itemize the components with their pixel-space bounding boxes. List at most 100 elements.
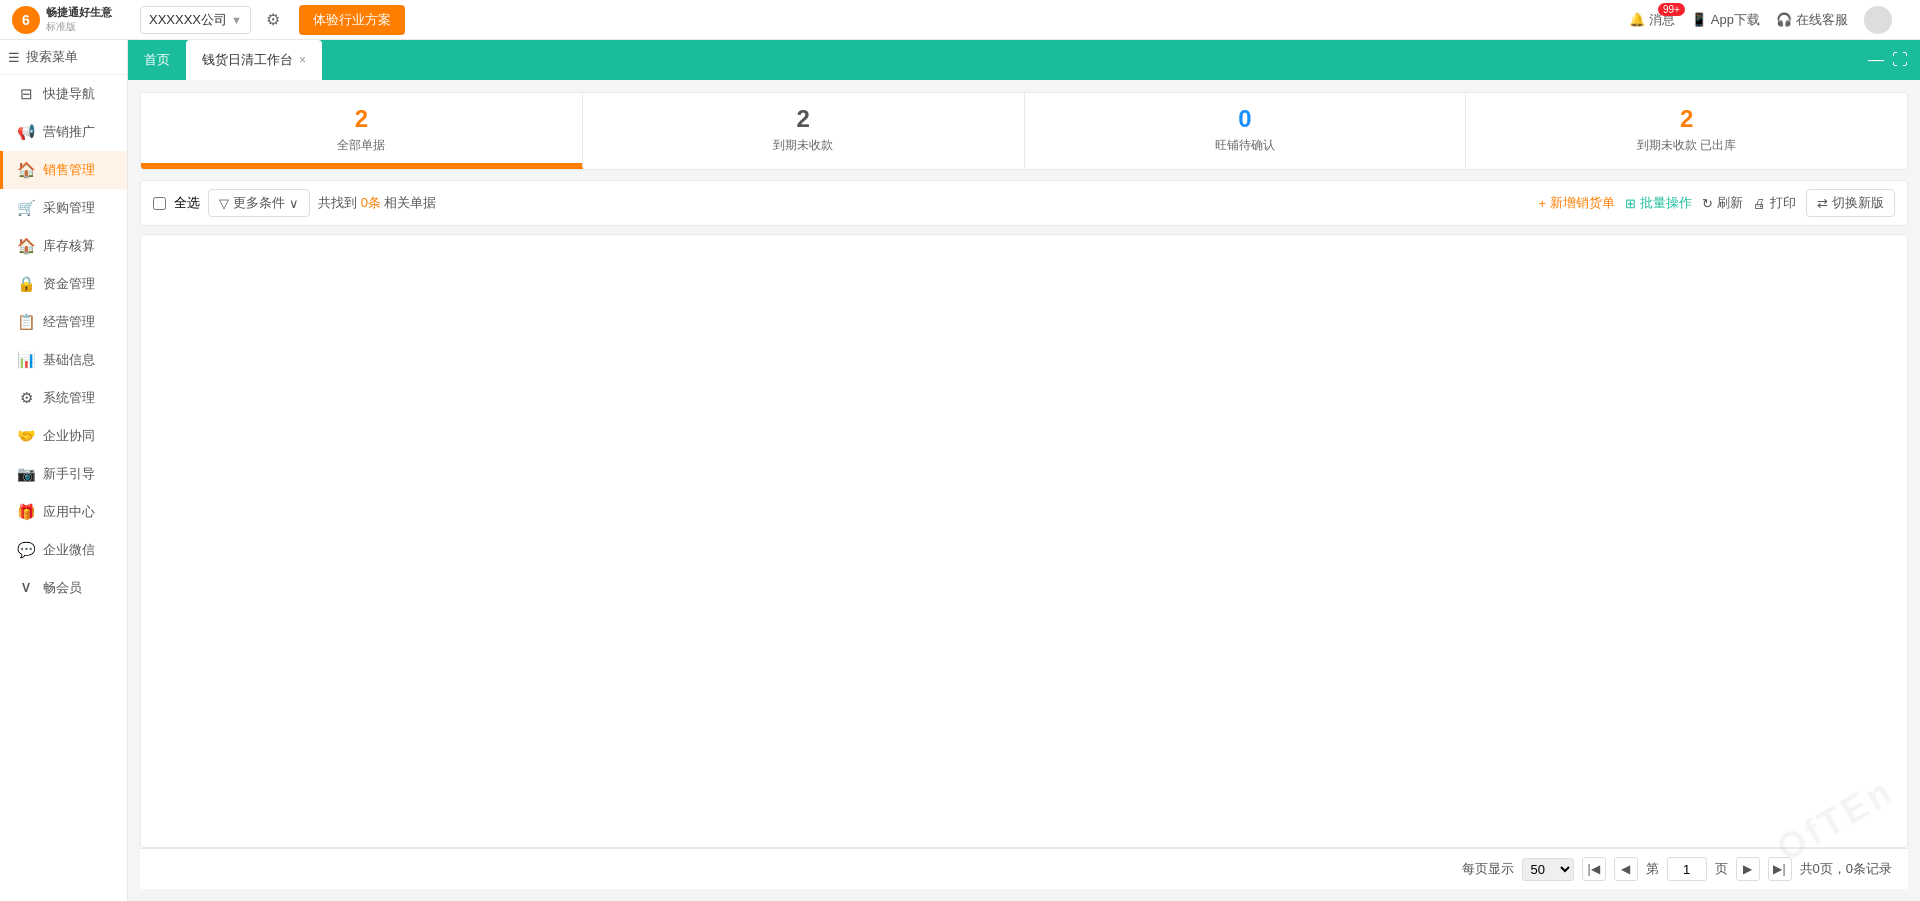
sidebar-label-inventory: 库存核算 [43, 237, 95, 255]
refresh-button[interactable]: ↻ 刷新 [1702, 194, 1743, 212]
search-menu-label: 搜索菜单 [26, 48, 78, 66]
last-page-button[interactable]: ▶| [1768, 857, 1792, 881]
stat-number-overdue: 2 [796, 105, 809, 133]
wechat-icon: 💬 [17, 541, 35, 559]
bell-icon: 🔔 [1629, 12, 1645, 27]
print-button[interactable]: 🖨 打印 [1753, 194, 1796, 212]
messages-button[interactable]: 🔔 消息 99+ [1629, 11, 1675, 29]
finance-icon: 🔒 [17, 275, 35, 293]
sidebar-label-sales: 销售管理 [43, 161, 95, 179]
per-page-label: 每页显示 [1462, 860, 1514, 878]
filter-icon: ▽ [219, 196, 229, 211]
fullscreen-icon[interactable]: ⛶ [1892, 51, 1908, 69]
stat-number-shipped: 2 [1680, 105, 1693, 133]
operations-icon: 📋 [17, 313, 35, 331]
online-service-label: 在线客服 [1796, 11, 1848, 29]
select-all-checkbox[interactable] [153, 197, 166, 210]
company-name: XXXXXX公司 [149, 11, 227, 29]
switch-label: 切换新版 [1832, 194, 1884, 212]
sidebar-item-purchase[interactable]: 🛒 采购管理 [0, 189, 127, 227]
prev-page-button[interactable]: ◀ [1614, 857, 1638, 881]
sidebar-item-app-center[interactable]: 🎁 应用中心 [0, 493, 127, 531]
settings-icon[interactable]: ⚙ [259, 6, 287, 34]
tab-bar: 首页 钱货日清工作台 × — ⛶ [128, 40, 1920, 80]
page-number-input[interactable] [1667, 857, 1707, 881]
stat-label-shipped: 到期未收款 已出库 [1637, 137, 1736, 154]
batch-operation-button[interactable]: ⊞ 批量操作 [1625, 194, 1692, 212]
stat-label-pending: 旺铺待确认 [1215, 137, 1275, 154]
per-page-select[interactable]: 50 100 200 [1522, 858, 1574, 881]
next-page-button[interactable]: ▶ [1736, 857, 1760, 881]
logo-icon: 6 [12, 6, 40, 34]
trial-button[interactable]: 体验行业方案 [299, 5, 405, 35]
batch-label: 批量操作 [1640, 194, 1692, 212]
print-icon: 🖨 [1753, 196, 1766, 211]
restore-icon[interactable]: — [1868, 51, 1884, 69]
app-download-button[interactable]: 📱 App下载 [1691, 11, 1760, 29]
add-label: 新增销货单 [1550, 194, 1615, 212]
sidebar-item-beginner[interactable]: 📷 新手引导 [0, 455, 127, 493]
switch-new-version-button[interactable]: ⇄ 切换新版 [1806, 189, 1895, 217]
switch-icon: ⇄ [1817, 196, 1828, 211]
table-area [140, 234, 1908, 848]
sidebar-item-inventory[interactable]: 🏠 库存核算 [0, 227, 127, 265]
stat-number-all: 2 [355, 105, 368, 133]
sidebar-item-member[interactable]: V 畅会员 [0, 569, 127, 607]
sidebar-label-wechat: 企业微信 [43, 541, 95, 559]
app-download-label: App下载 [1711, 11, 1760, 29]
refresh-icon: ↻ [1702, 196, 1713, 211]
tab-bar-actions: — ⛶ [1868, 51, 1920, 69]
found-text: 共找到 0条 相关单据 [318, 194, 436, 212]
found-count: 0条 [361, 195, 381, 210]
page-label: 第 [1646, 860, 1659, 878]
sidebar-item-sales[interactable]: 🏠 销售管理 [0, 151, 127, 189]
pagination-bar: 每页显示 50 100 200 |◀ ◀ 第 页 ▶ ▶| 共0页，0条记录 [140, 848, 1908, 889]
stat-card-all[interactable]: 2 全部单据 [141, 93, 583, 169]
chevron-down-icon: ▼ [231, 14, 242, 26]
tab-home-label: 首页 [144, 51, 170, 69]
add-sales-order-button[interactable]: + 新增销货单 [1538, 194, 1615, 212]
search-icon: ☰ [8, 50, 20, 65]
sidebar-item-finance[interactable]: 🔒 资金管理 [0, 265, 127, 303]
content-area: 2 全部单据 2 到期未收款 0 旺铺待确认 2 到期未收款 已出库 全选 ▽ [128, 80, 1920, 901]
toolbar: 全选 ▽ 更多条件 ∨ 共找到 0条 相关单据 + 新增销货单 ⊞ 批量操作 [140, 180, 1908, 226]
sidebar-label-member: 畅会员 [43, 579, 82, 597]
sidebar-item-wechat[interactable]: 💬 企业微信 [0, 531, 127, 569]
avatar[interactable] [1864, 6, 1892, 34]
tab-home[interactable]: 首页 [128, 40, 186, 80]
logo-line2: 标准版 [46, 20, 112, 34]
stat-card-overdue[interactable]: 2 到期未收款 [583, 93, 1025, 169]
sidebar-item-system[interactable]: ⚙ 系统管理 [0, 379, 127, 417]
sidebar-item-basic-info[interactable]: 📊 基础信息 [0, 341, 127, 379]
inventory-icon: 🏠 [17, 237, 35, 255]
print-label: 打印 [1770, 194, 1796, 212]
refresh-label: 刷新 [1717, 194, 1743, 212]
online-service-button[interactable]: 🎧 在线客服 [1776, 11, 1848, 29]
tab-close-icon[interactable]: × [299, 53, 306, 67]
first-page-button[interactable]: |◀ [1582, 857, 1606, 881]
sidebar-item-cooperation[interactable]: 🤝 企业协同 [0, 417, 127, 455]
main-content: 首页 钱货日清工作台 × — ⛶ 2 全部单据 2 到期未收款 0 旺铺待确认 [128, 40, 1920, 901]
service-icon: 🎧 [1776, 12, 1792, 27]
beginner-icon: 📷 [17, 465, 35, 483]
tab-active[interactable]: 钱货日清工作台 × [186, 40, 322, 80]
sidebar-item-operations[interactable]: 📋 经营管理 [0, 303, 127, 341]
stat-card-pending[interactable]: 0 旺铺待确认 [1025, 93, 1467, 169]
stat-label-overdue: 到期未收款 [773, 137, 833, 154]
grid-icon: ⊟ [17, 85, 35, 103]
stat-card-shipped[interactable]: 2 到期未收款 已出库 [1466, 93, 1907, 169]
found-suffix: 相关单据 [384, 195, 436, 210]
active-indicator [141, 163, 582, 166]
download-icon: 📱 [1691, 12, 1707, 27]
sidebar-item-marketing[interactable]: 📢 营销推广 [0, 113, 127, 151]
tab-active-label: 钱货日清工作台 [202, 51, 293, 69]
filter-button[interactable]: ▽ 更多条件 ∨ [208, 189, 310, 217]
sidebar-item-quick-nav[interactable]: ⊟ 快捷导航 [0, 75, 127, 113]
plus-icon: + [1538, 196, 1546, 211]
search-menu-button[interactable]: ☰ 搜索菜单 [0, 40, 127, 75]
system-icon: ⚙ [17, 389, 35, 407]
purchase-icon: 🛒 [17, 199, 35, 217]
sidebar-label-app-center: 应用中心 [43, 503, 95, 521]
company-selector[interactable]: XXXXXX公司 ▼ [140, 6, 251, 34]
sidebar-label-basic-info: 基础信息 [43, 351, 95, 369]
